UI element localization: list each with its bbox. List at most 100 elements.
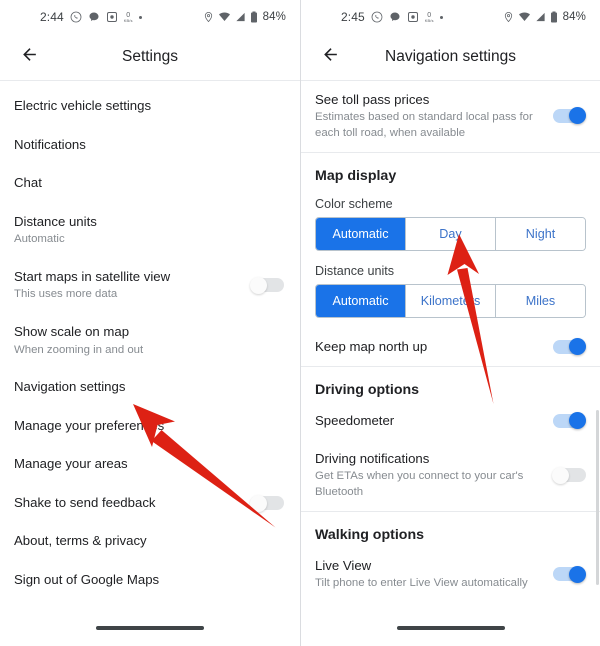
navigation-settings-screen-panel: 2:45 0 KB/s 84% Navigation settings See …	[300, 0, 600, 646]
row-title: See toll pass prices	[315, 92, 430, 107]
list-item-title: About, terms & privacy	[14, 533, 147, 549]
list-item-texts: Manage your preferences	[14, 418, 284, 435]
list-item-title: Navigation settings	[14, 379, 126, 395]
status-bar-left-icons: 2:44 0 KB/s	[40, 10, 142, 24]
home-indicator-right	[396, 626, 505, 630]
sidebar-item-navigation-settings[interactable]: Navigation settings	[0, 368, 300, 407]
label-distance-units: Distance units	[315, 263, 395, 278]
sidebar-item-sign-out-of-google-maps[interactable]: Sign out of Google Maps	[0, 561, 300, 600]
wifi-icon	[518, 11, 531, 23]
sidebar-item-distance-units[interactable]: Distance units Automatic	[0, 203, 300, 258]
toggle-knob	[569, 412, 586, 430]
sidebar-item-chat[interactable]: Chat	[0, 164, 300, 203]
sidebar-item-shake-to-send-feedback[interactable]: Shake to send feedback	[0, 484, 300, 523]
sidebar-item-electric-vehicle-settings[interactable]: Electric vehicle settings	[0, 87, 300, 126]
sidebar-item-start-maps-in-satellite-view[interactable]: Start maps in satellite view This uses m…	[0, 258, 300, 313]
wifi-icon	[218, 11, 231, 23]
list-item-title: Start maps in satellite view	[14, 268, 171, 284]
download-speed-icon: 0 KB/s	[425, 12, 434, 23]
back-button[interactable]	[317, 44, 343, 70]
color-scheme-option-automatic[interactable]: Automatic	[316, 217, 405, 250]
list-item-title: Show scale on map	[14, 324, 130, 340]
row-driving-notifications[interactable]: Driving notifications Get ETAs when you …	[301, 440, 600, 511]
speedometer-toggle[interactable]	[553, 412, 586, 430]
sidebar-item-show-scale-on-map[interactable]: Show scale on map When zooming in and ou…	[0, 313, 300, 368]
list-item-texts: Show scale on map When zooming in and ou…	[14, 324, 284, 357]
back-button[interactable]	[16, 44, 42, 70]
shake-to-send-feedback-toggle[interactable]	[250, 494, 284, 512]
live-view-toggle[interactable]	[553, 565, 586, 583]
distance-units-option-miles[interactable]: Miles	[495, 284, 585, 317]
color-scheme-segmented-control: Automatic Day Night	[315, 216, 586, 251]
toggle-knob	[569, 565, 586, 583]
color-scheme-option-night[interactable]: Night	[495, 217, 585, 250]
arrow-back-icon	[321, 45, 340, 69]
signal-icon	[235, 11, 246, 23]
satellite-view-toggle[interactable]	[250, 276, 284, 294]
row-texts: Speedometer	[315, 412, 543, 429]
sidebar-item-manage-your-areas[interactable]: Manage your areas	[0, 445, 300, 484]
page-title: Settings	[121, 48, 178, 65]
distance-units-option-kilometers[interactable]: Kilometers	[405, 284, 495, 317]
keep-map-north-up-toggle[interactable]	[553, 338, 586, 356]
driving-notifications-toggle[interactable]	[552, 466, 586, 484]
row-speedometer[interactable]: Speedometer	[301, 402, 600, 440]
row-texts: Driving notifications Get ETAs when you …	[315, 450, 543, 500]
dot-icon	[439, 15, 443, 19]
status-bar-right: 2:45 0 KB/s 84%	[301, 0, 600, 34]
page-title: Navigation settings	[385, 48, 516, 65]
section-header-map-display: Map display	[315, 167, 397, 184]
section-header-walking-options: Walking options	[315, 527, 425, 544]
list-item-texts: Chat	[14, 175, 284, 192]
row-title: Driving notifications	[315, 451, 430, 467]
list-item-texts: About, terms & privacy	[14, 533, 284, 550]
row-keep-map-north-up[interactable]: Keep map north up	[301, 328, 600, 366]
battery-icon	[250, 11, 258, 23]
status-bar-clock: 2:45	[341, 10, 365, 24]
download-speed-icon: 0 KB/s	[124, 12, 133, 23]
status-bar-right-icons: 84%	[503, 11, 586, 23]
settings-screen-panel: 2:44 0 KB/s 84% Settings Electric vehicl…	[0, 0, 300, 646]
row-see-toll-pass-prices[interactable]: See toll pass prices Estimates based on …	[301, 81, 600, 152]
home-indicator-left	[96, 626, 204, 630]
list-item-subtitle: When zooming in and out	[14, 343, 144, 356]
list-item-title: Manage your preferences	[14, 417, 165, 433]
list-item-title: Manage your areas	[14, 456, 128, 472]
row-live-view[interactable]: Live View Tilt phone to enter Live View …	[301, 547, 600, 603]
row-texts: Keep map north up	[315, 338, 543, 355]
sidebar-item-manage-your-preferences[interactable]: Manage your preferences	[0, 407, 300, 446]
row-title: Live View	[315, 558, 372, 574]
dot-icon	[138, 15, 142, 19]
list-item-subtitle: This uses more data	[14, 288, 118, 301]
row-texts: See toll pass prices Estimates based on …	[315, 91, 543, 141]
list-item-texts: Notifications	[14, 137, 284, 154]
settings-list: Electric vehicle settings Notifications …	[0, 81, 300, 599]
row-title: Speedometer	[315, 413, 395, 429]
toggle-knob	[250, 276, 267, 294]
sidebar-item-about-terms-privacy[interactable]: About, terms & privacy	[0, 522, 300, 561]
list-item-texts: Distance units Automatic	[14, 214, 284, 247]
list-item-texts: Sign out of Google Maps	[14, 572, 284, 589]
settings-app-bar: Settings	[0, 34, 300, 80]
status-bar-left-icons: 2:45 0 KB/s	[341, 10, 443, 24]
list-item-title: Shake to send feedback	[14, 494, 156, 510]
location-icon	[203, 11, 214, 23]
battery-percentage: 84%	[262, 11, 286, 23]
list-item-title: Electric vehicle settings	[14, 98, 152, 113]
row-subtitle: Tilt phone to enter Live View automatica…	[315, 577, 528, 590]
distance-units-option-automatic[interactable]: Automatic	[316, 284, 405, 317]
color-scheme-option-day[interactable]: Day	[405, 217, 495, 250]
toggle-knob	[569, 107, 586, 125]
sidebar-item-notifications[interactable]: Notifications	[0, 126, 300, 165]
toggle-knob	[250, 494, 267, 512]
vertical-scrollbar[interactable]	[596, 410, 599, 585]
row-texts: Live View Tilt phone to enter Live View …	[315, 557, 543, 592]
list-item-texts: Navigation settings	[14, 379, 284, 396]
status-bar-clock: 2:44	[40, 10, 64, 24]
distance-units-segmented-control: Automatic Kilometers Miles	[315, 283, 586, 318]
list-item-title: Sign out of Google Maps	[14, 571, 160, 587]
location-icon	[503, 11, 514, 23]
toll-pass-prices-toggle[interactable]	[553, 107, 586, 125]
whatsapp-icon	[371, 11, 383, 23]
navigation-settings-app-bar: Navigation settings	[301, 34, 600, 80]
